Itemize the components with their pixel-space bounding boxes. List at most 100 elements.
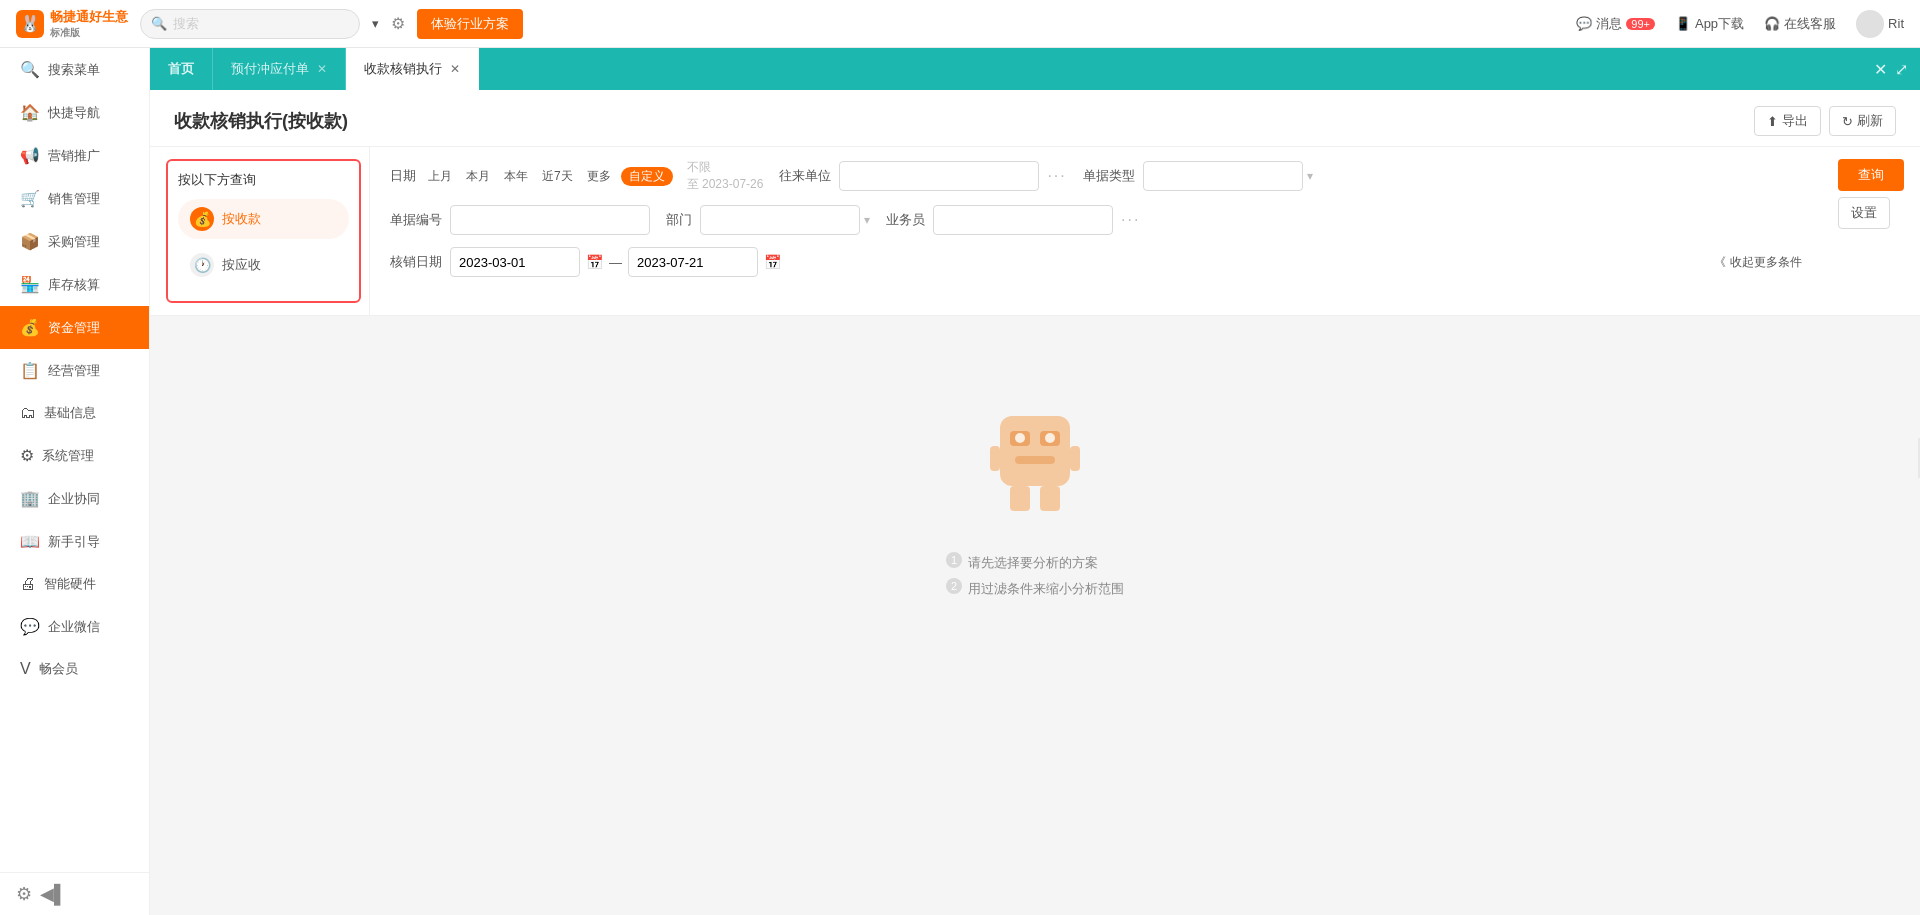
sidebar-label: 资金管理 <box>48 319 100 337</box>
sidebar-item-basic-info[interactable]: 🗂 基础信息 <box>0 392 149 434</box>
sidebar-item-operation[interactable]: 📋 经营管理 <box>0 349 149 392</box>
filter-option-by-receivable[interactable]: 🕐 按应收 <box>178 245 349 285</box>
date-no-limit: 不限 <box>687 159 764 176</box>
tab-prepay[interactable]: 预付冲应付单 ✕ <box>213 48 346 90</box>
filter-row-2: 单据编号 部门 ▾ 业务员 ··· <box>390 205 1802 235</box>
calendar-end-icon[interactable]: 📅 <box>764 254 781 270</box>
salesman-dots-icon[interactable]: ··· <box>1121 211 1140 229</box>
svg-rect-7 <box>1040 486 1060 511</box>
query-button[interactable]: 查询 <box>1838 159 1904 191</box>
search-menu-icon: 🔍 <box>20 60 40 79</box>
sidebar-label: 搜索菜单 <box>48 61 100 79</box>
doc-type-label: 单据类型 <box>1083 167 1135 185</box>
calendar-start-icon[interactable]: 📅 <box>586 254 603 270</box>
partner-input[interactable] <box>839 161 1039 191</box>
sidebar: 🔍 搜索菜单 🏠 快捷导航 📢 营销推广 🛒 销售管理 📦 采购管理 🏪 库存核… <box>0 48 150 915</box>
date-tab-this-year[interactable]: 本年 <box>500 166 532 187</box>
date-tab-this-month[interactable]: 本月 <box>462 166 494 187</box>
export-button[interactable]: ⬆ 导出 <box>1754 106 1821 136</box>
filter-option-by-receipt[interactable]: 💰 按收款 <box>178 199 349 239</box>
main-area: 首页 预付冲应付单 ✕ 收款核销执行 ✕ ✕ ⤢ 收款核销执行(按收款) ⬆ 导… <box>150 48 1920 915</box>
voucher-no-input[interactable] <box>450 205 650 235</box>
verify-date-field: 核销日期 📅 — 📅 <box>390 247 781 277</box>
expand-tab-icon[interactable]: ⤢ <box>1895 60 1908 79</box>
search-bar[interactable]: 🔍 搜索 <box>140 9 360 39</box>
sidebar-item-member[interactable]: V 畅会员 <box>0 648 149 690</box>
hardware-icon: 🖨 <box>20 575 36 593</box>
sidebar-item-hardware[interactable]: 🖨 智能硬件 <box>0 563 149 605</box>
tab-close-receipt[interactable]: ✕ <box>450 62 460 76</box>
sidebar-item-search-menu[interactable]: 🔍 搜索菜单 <box>0 48 149 91</box>
date-tab-custom[interactable]: 自定义 <box>621 167 673 186</box>
tab-close-prepay[interactable]: ✕ <box>317 62 327 76</box>
filter-sidebar-title: 按以下方查询 <box>178 171 349 189</box>
close-all-tabs-icon[interactable]: ✕ <box>1874 60 1887 79</box>
operation-icon: 📋 <box>20 361 40 380</box>
collapse-sidebar-icon[interactable]: ◀▌ <box>40 883 67 905</box>
setting-button[interactable]: 设置 <box>1838 197 1890 229</box>
sidebar-label: 快捷导航 <box>48 104 100 122</box>
sidebar-item-enterprise[interactable]: 🏢 企业协同 <box>0 477 149 520</box>
verify-date-label: 核销日期 <box>390 253 442 271</box>
user-info[interactable]: Rit <box>1856 10 1904 38</box>
sidebar-item-purchase[interactable]: 📦 采购管理 <box>0 220 149 263</box>
svg-rect-4 <box>990 446 1000 471</box>
more-filters-button[interactable]: 《 收起更多条件 <box>1714 254 1802 271</box>
verify-date-range: 📅 — 📅 <box>450 247 781 277</box>
sidebar-item-sales[interactable]: 🛒 销售管理 <box>0 177 149 220</box>
sidebar-item-marketing[interactable]: 📢 营销推广 <box>0 134 149 177</box>
sidebar-item-guide[interactable]: 📖 新手引导 <box>0 520 149 563</box>
sidebar-item-inventory[interactable]: 🏪 库存核算 <box>0 263 149 306</box>
gear-icon[interactable]: ⚙ <box>391 14 405 33</box>
verify-date-end-input[interactable] <box>628 247 758 277</box>
avatar <box>1856 10 1884 38</box>
verify-date-start-input[interactable] <box>450 247 580 277</box>
sidebar-label: 销售管理 <box>48 190 100 208</box>
doc-type-input[interactable] <box>1143 161 1303 191</box>
date-filter-tabs: 上月 本月 本年 近7天 更多 自定义 <box>424 166 673 187</box>
settings-bottom-icon[interactable]: ⚙ <box>16 883 32 905</box>
user-name: Rit <box>1888 16 1904 31</box>
solution-button[interactable]: 体验行业方案 <box>417 9 523 39</box>
dept-input[interactable] <box>700 205 860 235</box>
logo-icon: 🐰 <box>16 10 44 38</box>
tabs-actions: ✕ ⤢ <box>1874 60 1920 79</box>
sidebar-item-wechat[interactable]: 💬 企业微信 <box>0 605 149 648</box>
date-tab-7days[interactable]: 近7天 <box>538 166 577 187</box>
page-title: 收款核销执行(按收款) <box>174 109 348 133</box>
hint-item-1: 1 请先选择要分析的方案 <box>946 550 1124 576</box>
refresh-button[interactable]: ↻ 刷新 <box>1829 106 1896 136</box>
partner-dots-icon[interactable]: ··· <box>1047 167 1066 185</box>
fund-icon: 💰 <box>20 318 40 337</box>
member-icon: V <box>20 660 31 678</box>
date-tab-last-month[interactable]: 上月 <box>424 166 456 187</box>
sidebar-label: 采购管理 <box>48 233 100 251</box>
sidebar-item-fund[interactable]: 💰 资金管理 <box>0 306 149 349</box>
dropdown-button[interactable]: ▾ <box>372 16 379 31</box>
svg-rect-6 <box>1010 486 1030 511</box>
filter-form: 日期 上月 本月 本年 近7天 更多 自定义 不限 至 2023-07-26 <box>370 147 1822 315</box>
svg-point-9 <box>1045 433 1055 443</box>
app-download[interactable]: 📱 App下载 <box>1675 15 1744 33</box>
app-sub: 标准版 <box>50 26 128 40</box>
tabs-bar: 首页 预付冲应付单 ✕ 收款核销执行 ✕ ✕ ⤢ <box>150 48 1920 90</box>
salesman-input[interactable] <box>933 205 1113 235</box>
sidebar-item-quick-nav[interactable]: 🏠 快捷导航 <box>0 91 149 134</box>
filter-option-label: 按收款 <box>222 210 261 228</box>
wechat-icon: 💬 <box>20 617 40 636</box>
headset-icon: 🎧 <box>1764 16 1780 31</box>
empty-illustration <box>970 396 1100 530</box>
online-service[interactable]: 🎧 在线客服 <box>1764 15 1836 33</box>
content-area: 收款核销执行(按收款) ⬆ 导出 ↻ 刷新 按以下方查询 <box>150 90 1920 915</box>
voucher-no-label: 单据编号 <box>390 211 442 229</box>
search-icon: 🔍 <box>151 16 167 31</box>
date-tab-more[interactable]: 更多 <box>583 166 615 187</box>
sidebar-label: 畅会员 <box>39 660 78 678</box>
message-badge[interactable]: 💬 消息 99+ <box>1576 15 1655 33</box>
sys-mgr-icon: ⚙ <box>20 446 34 465</box>
sidebar-item-sys-mgr[interactable]: ⚙ 系统管理 <box>0 434 149 477</box>
tab-home[interactable]: 首页 <box>150 48 213 90</box>
tab-receipt-verify[interactable]: 收款核销执行 ✕ <box>346 48 479 90</box>
enterprise-icon: 🏢 <box>20 489 40 508</box>
salesman-label: 业务员 <box>886 211 925 229</box>
